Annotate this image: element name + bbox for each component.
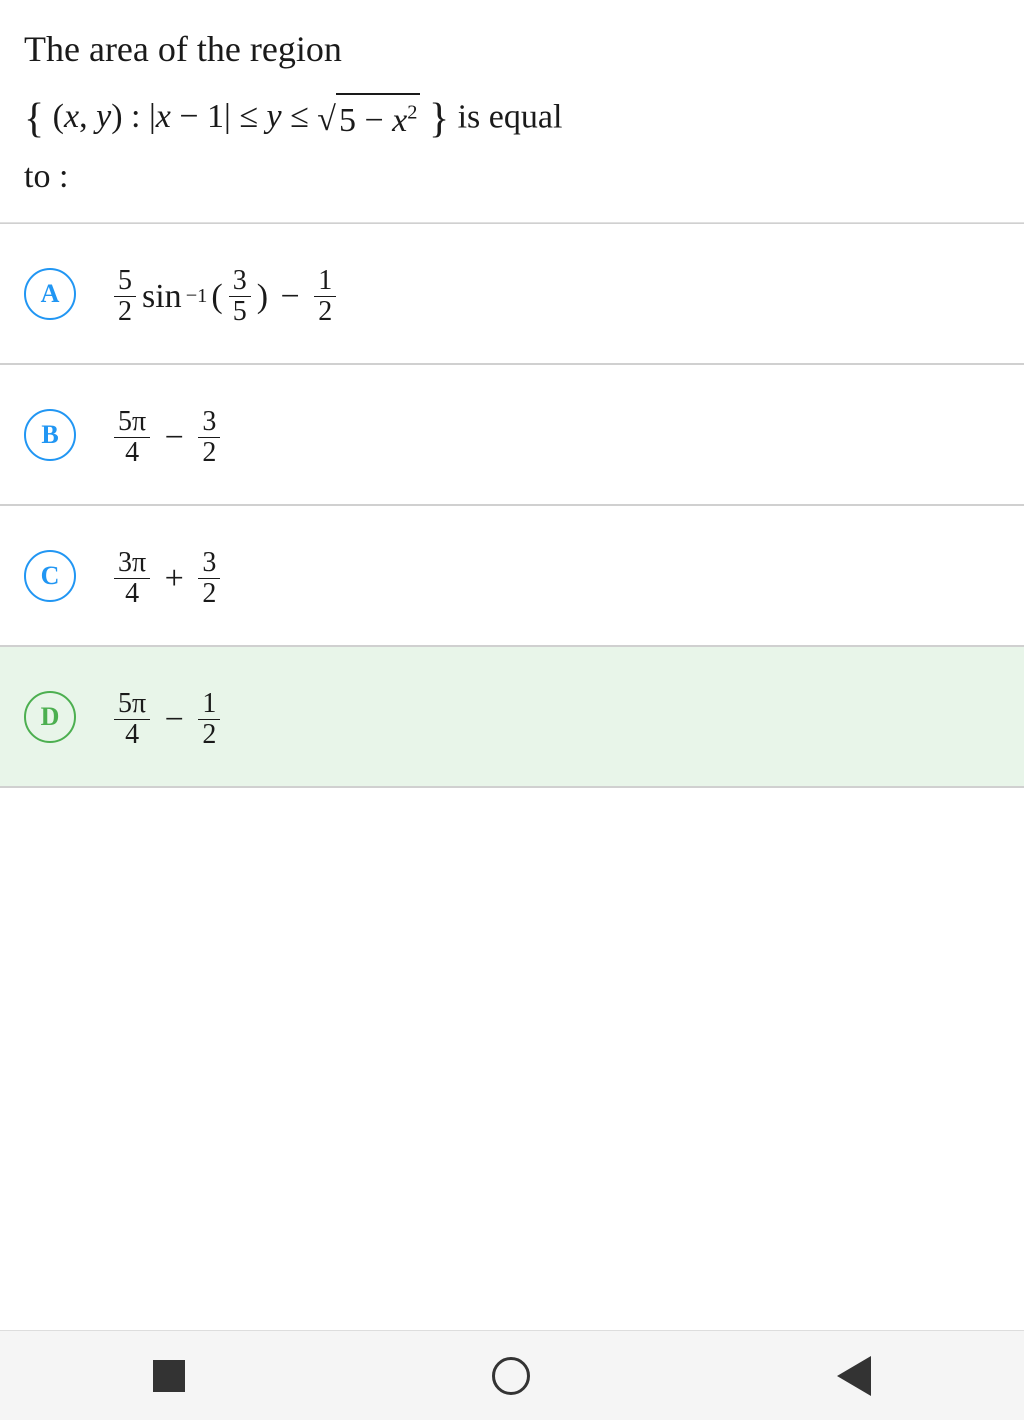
option-content-a: 52 sin−1 ( 35 ) − 12 bbox=[112, 260, 338, 327]
nav-spacer bbox=[0, 788, 1024, 878]
option-b-math: 5π4 − 32 bbox=[112, 407, 222, 468]
option-c-math: 3π4 + 32 bbox=[112, 548, 222, 609]
options-container: A 52 sin−1 ( 35 ) − 12 B 5π4 − 32 bbox=[0, 224, 1024, 788]
nav-previous-icon[interactable] bbox=[837, 1356, 871, 1396]
option-circle-a: A bbox=[24, 268, 76, 320]
option-d-math: 5π4 − 12 bbox=[112, 689, 222, 750]
question-section: The area of the region { (x, y) : |x − 1… bbox=[0, 0, 1024, 223]
nav-home-icon[interactable] bbox=[492, 1357, 530, 1395]
option-row-b[interactable]: B 5π4 − 32 bbox=[0, 365, 1024, 505]
sqrt-expression: √5 − x2 bbox=[317, 93, 420, 146]
option-row-c[interactable]: C 3π4 + 32 bbox=[0, 506, 1024, 646]
option-a-math: 52 sin−1 ( 35 ) − 12 bbox=[112, 266, 338, 327]
question-body: { (x, y) : |x − 1| ≤ y ≤ √5 − x2 } is eq… bbox=[24, 88, 1000, 202]
option-content-c: 3π4 + 32 bbox=[112, 542, 222, 609]
option-circle-b: B bbox=[24, 409, 76, 461]
open-brace: { bbox=[24, 96, 44, 142]
to-text: to : bbox=[24, 158, 68, 195]
navigation-bar bbox=[0, 1330, 1024, 1420]
set-expression: (x, y) : |x − 1| ≤ y ≤ √5 − x2 bbox=[53, 98, 429, 135]
close-brace: } bbox=[429, 96, 449, 142]
option-content-b: 5π4 − 32 bbox=[112, 401, 222, 468]
nav-back-icon[interactable] bbox=[153, 1360, 185, 1392]
option-row-d[interactable]: D 5π4 − 12 bbox=[0, 647, 1024, 787]
option-content-d: 5π4 − 12 bbox=[112, 683, 222, 750]
option-row-a[interactable]: A 52 sin−1 ( 35 ) − 12 bbox=[0, 224, 1024, 364]
option-circle-c: C bbox=[24, 550, 76, 602]
question-title: The area of the region bbox=[24, 28, 1000, 70]
option-circle-d: D bbox=[24, 691, 76, 743]
equals-text: is equal bbox=[458, 98, 563, 135]
